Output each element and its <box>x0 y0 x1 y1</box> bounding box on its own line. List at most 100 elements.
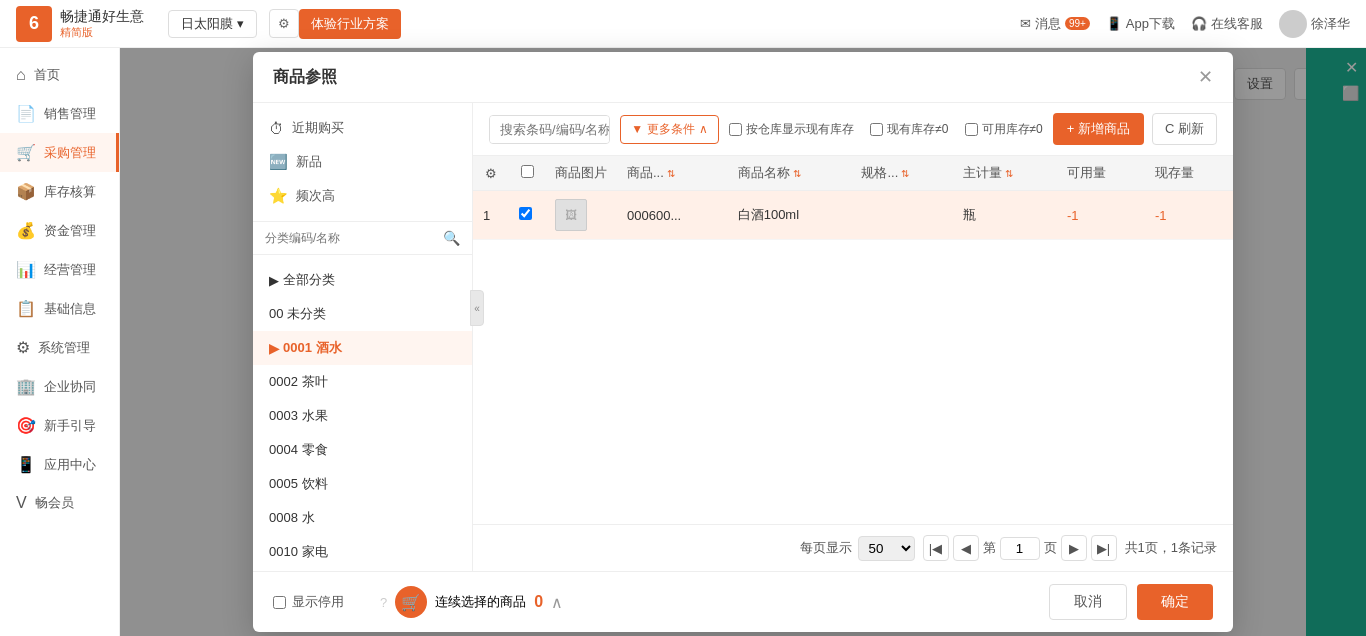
th-name-label: 商品名称 <box>738 164 790 182</box>
th-name[interactable]: 商品名称 ⇅ <box>728 156 852 191</box>
category-item-0005[interactable]: 0005 饮料 <box>253 467 472 501</box>
page-number-input[interactable] <box>1000 537 1040 560</box>
selected-count: 0 <box>534 593 543 611</box>
select-all-checkbox[interactable] <box>521 165 534 178</box>
last-page-button[interactable]: ▶| <box>1091 535 1117 561</box>
sidebar-label-finance: 资金管理 <box>44 222 96 240</box>
store-selector[interactable]: 日太阳膜 ▾ <box>168 10 257 38</box>
cart-icon[interactable]: 🛒 <box>395 586 427 618</box>
main-layout: ⌂ 首页 📄 销售管理 🛒 采购管理 📦 库存核算 💰 资金管理 📊 经营管理 … <box>0 48 1366 636</box>
nav-right: ✉ 消息 99+ 📱 App下载 🎧 在线客服 徐泽华 <box>1020 10 1350 38</box>
sidebar-label-purchase: 采购管理 <box>44 144 96 162</box>
warehouse-stock-checkbox[interactable] <box>729 123 742 136</box>
first-page-button[interactable]: |◀ <box>923 535 949 561</box>
sidebar-item-member[interactable]: V 畅会员 <box>0 484 119 522</box>
filter-up-icon: ∧ <box>699 122 708 136</box>
refresh-button[interactable]: C 刷新 <box>1152 113 1217 145</box>
current-stock-checkbox[interactable] <box>870 123 883 136</box>
sidebar-item-system[interactable]: ⚙ 系统管理 <box>0 328 119 367</box>
message-icon: ✉ <box>1020 16 1031 31</box>
collapse-cart-button[interactable]: ∧ <box>551 593 563 612</box>
user-name: 徐泽华 <box>1311 15 1350 33</box>
next-page-button[interactable]: ▶ <box>1061 535 1087 561</box>
cell-stock: -1 <box>1145 191 1233 240</box>
row-checkbox[interactable] <box>519 207 532 220</box>
confirm-button[interactable]: 确定 <box>1137 584 1213 620</box>
product-search-input[interactable] <box>490 116 610 143</box>
category-item-0003[interactable]: 0003 水果 <box>253 399 472 433</box>
category-label-0008: 0008 水 <box>269 509 315 527</box>
page-suffix: 页 <box>1044 539 1057 557</box>
sidebar-item-apps[interactable]: 📱 应用中心 <box>0 445 119 484</box>
category-label-0001: 0001 酒水 <box>283 339 342 357</box>
sort-icon-name: ⇅ <box>793 168 801 179</box>
available-stock-checkbox[interactable] <box>965 123 978 136</box>
add-product-button[interactable]: + 新增商品 <box>1053 113 1144 145</box>
category-item-0004[interactable]: 0004 零食 <box>253 433 472 467</box>
sidebar-item-home[interactable]: ⌂ 首页 <box>0 56 119 94</box>
settings-button[interactable]: ⚙ <box>269 9 299 38</box>
th-image: 商品图片 <box>545 156 617 191</box>
sidebar-item-basic[interactable]: 📋 基础信息 <box>0 289 119 328</box>
table-row[interactable]: 1 🖼 000600... 白酒100ml <box>473 191 1233 240</box>
cell-unit: 瓶 <box>953 191 1057 240</box>
show-disabled-checkbox[interactable] <box>273 596 286 609</box>
sidebar-label-business: 经营管理 <box>44 261 96 279</box>
filter-icon: ▼ <box>631 122 643 136</box>
help-icon[interactable]: ? <box>380 595 387 610</box>
sidebar-item-finance[interactable]: 💰 资金管理 <box>0 211 119 250</box>
category-item-0010[interactable]: 0010 家电 <box>253 535 472 569</box>
modal-header: 商品参照 ✕ <box>253 52 1233 103</box>
sidebar-item-guide[interactable]: 🎯 新手引导 <box>0 406 119 445</box>
th-spec[interactable]: 规格... ⇅ <box>851 156 952 191</box>
category-search-icon[interactable]: 🔍 <box>443 230 460 246</box>
sidebar-item-inventory[interactable]: 📦 库存核算 <box>0 172 119 211</box>
footer-action-buttons: 取消 确定 <box>1049 584 1213 620</box>
category-label-0002: 0002 茶叶 <box>269 373 328 391</box>
per-page-select[interactable]: 50 10 20 100 <box>858 536 915 561</box>
sidebar-item-business[interactable]: 📊 经营管理 <box>0 250 119 289</box>
sidebar-item-enterprise[interactable]: 🏢 企业协同 <box>0 367 119 406</box>
category-label-all: 全部分类 <box>283 271 335 289</box>
quick-link-new[interactable]: 🆕 新品 <box>253 145 472 179</box>
category-item-all[interactable]: ▶ 全部分类 <box>253 263 472 297</box>
per-page-control: 每页显示 50 10 20 100 <box>800 536 915 561</box>
category-item-00[interactable]: 00 未分类 <box>253 297 472 331</box>
modal-title: 商品参照 <box>273 67 337 88</box>
cancel-button[interactable]: 取消 <box>1049 584 1127 620</box>
prev-page-button[interactable]: ◀ <box>953 535 979 561</box>
app-download-nav-item[interactable]: 📱 App下载 <box>1106 15 1175 33</box>
top-nav: 6 畅捷通好生意 精简版 日太阳膜 ▾ ⚙ 体验行业方案 ✉ 消息 99+ 📱 … <box>0 0 1366 48</box>
th-unit[interactable]: 主计量 ⇅ <box>953 156 1057 191</box>
cell-name: 白酒100ml <box>728 191 852 240</box>
show-disabled-label[interactable]: 显示停用 <box>273 593 344 611</box>
category-item-0002[interactable]: 0002 茶叶 <box>253 365 472 399</box>
sidebar: ⌂ 首页 📄 销售管理 🛒 采购管理 📦 库存核算 💰 资金管理 📊 经营管理 … <box>0 48 120 636</box>
table-header: ⚙ 商品图片 <box>473 156 1233 191</box>
category-search-input[interactable] <box>265 231 439 245</box>
collapse-panel-button[interactable]: « <box>470 290 484 326</box>
th-settings[interactable]: ⚙ <box>473 156 509 191</box>
checkbox-warehouse-stock[interactable]: 按仓库显示现有库存 <box>729 121 854 138</box>
online-service-nav-item[interactable]: 🎧 在线客服 <box>1191 15 1263 33</box>
category-list: ▶ 全部分类 00 未分类 ▶ 0001 酒水 0002 茶 <box>253 255 472 571</box>
store-name: 日太阳膜 <box>181 15 233 33</box>
cart-area: ? 🛒 连续选择的商品 0 ∧ <box>380 586 563 618</box>
category-item-0001[interactable]: ▶ 0001 酒水 <box>253 331 472 365</box>
messages-nav-item[interactable]: ✉ 消息 99+ <box>1020 15 1090 33</box>
quick-link-frequent[interactable]: ⭐ 频次高 <box>253 179 472 213</box>
trial-button[interactable]: 体验行业方案 <box>299 9 401 39</box>
modal-close-button[interactable]: ✕ <box>1198 66 1213 88</box>
checkbox-available-stock[interactable]: 可用库存≠0 <box>965 121 1043 138</box>
category-label-00: 00 未分类 <box>269 305 326 323</box>
user-profile-nav-item[interactable]: 徐泽华 <box>1279 10 1350 38</box>
sidebar-label-system: 系统管理 <box>38 339 90 357</box>
checkbox-current-stock[interactable]: 现有库存≠0 <box>870 121 948 138</box>
quick-link-recent[interactable]: ⏱ 近期购买 <box>253 111 472 145</box>
sidebar-item-purchase[interactable]: 🛒 采购管理 <box>0 133 119 172</box>
th-code[interactable]: 商品... ⇅ <box>617 156 728 191</box>
category-item-0008[interactable]: 0008 水 <box>253 501 472 535</box>
filter-checkboxes: 按仓库显示现有库存 现有库存≠0 可用库存≠0 <box>729 121 1043 138</box>
sidebar-item-sales[interactable]: 📄 销售管理 <box>0 94 119 133</box>
more-filter-button[interactable]: ▼ 更多条件 ∧ <box>620 115 719 144</box>
